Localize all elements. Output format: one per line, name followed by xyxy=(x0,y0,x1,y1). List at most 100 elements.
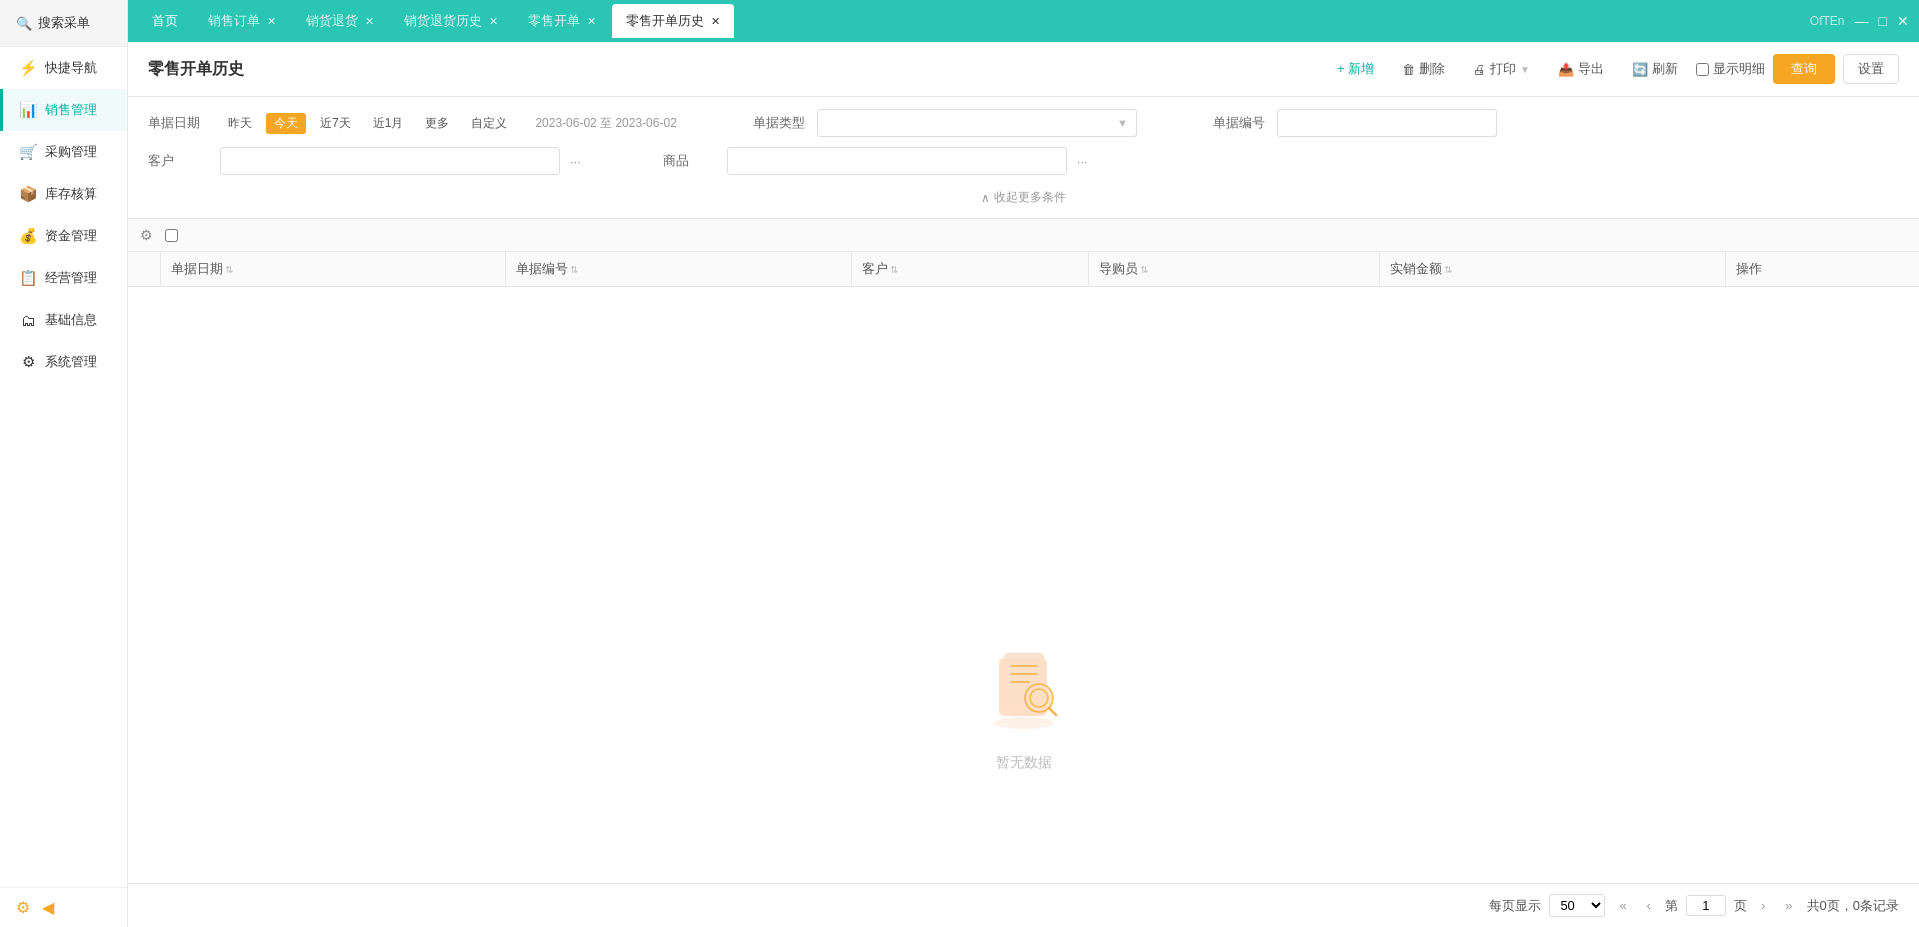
th-label-customer: 客户 xyxy=(862,261,888,276)
tab-home[interactable]: 首页 xyxy=(138,4,192,38)
sidebar-item-purchase-mgmt[interactable]: 🛒采购管理 xyxy=(0,131,127,173)
tab-close-sales-order[interactable]: ✕ xyxy=(267,16,276,27)
export-icon: 📤 xyxy=(1558,62,1574,77)
display-detail-toggle[interactable]: 显示明细 xyxy=(1696,60,1765,78)
sidebar-item-sys-mgmt[interactable]: ⚙系统管理 xyxy=(0,341,127,383)
tab-close-sales-return[interactable]: ✕ xyxy=(365,16,374,27)
chevron-up-icon: ∧ xyxy=(981,191,990,205)
tab-home-label: 首页 xyxy=(152,12,178,30)
tab-sales-order[interactable]: 销售订单 ✕ xyxy=(194,4,290,38)
tab-retail-open-history[interactable]: 零售开单历史 ✕ xyxy=(612,4,734,38)
sidebar-item-quick-nav[interactable]: ⚡ 快捷导航 xyxy=(0,47,127,89)
sidebar-item-finance[interactable]: 💰资金管理 xyxy=(0,215,127,257)
close-btn[interactable]: ✕ xyxy=(1897,13,1909,29)
refresh-button[interactable]: 🔄 刷新 xyxy=(1622,55,1688,83)
tab-close-retail-open-history[interactable]: ✕ xyxy=(711,16,720,27)
sidebar-search-btn[interactable]: 🔍 搜索采单 xyxy=(0,0,127,47)
tab-close-sales-return-history[interactable]: ✕ xyxy=(489,16,498,27)
export-label: 导出 xyxy=(1578,60,1604,78)
delete-label: 删除 xyxy=(1419,60,1445,78)
date-btn-2[interactable]: 近7天 xyxy=(312,113,359,134)
settings-button[interactable]: 设置 xyxy=(1843,54,1899,84)
sidebar-label-inventory: 库存核算 xyxy=(45,185,97,203)
last-page-btn[interactable]: » xyxy=(1779,896,1798,915)
th-label-action: 操作 xyxy=(1736,261,1762,276)
sidebar-label-purchase-mgmt: 采购管理 xyxy=(45,143,97,161)
sort-icon-guide: ⇅ xyxy=(1140,264,1148,275)
th-amount[interactable]: 实销金额⇅ xyxy=(1380,252,1726,287)
goods-dots-btn[interactable]: ··· xyxy=(1071,152,1094,171)
collapse-filter-btn[interactable]: ∧ 收起更多条件 xyxy=(148,185,1899,206)
print-icon: 🖨 xyxy=(1473,62,1486,77)
sidebar-icon-inventory: 📦 xyxy=(19,185,37,203)
tab-retail-open[interactable]: 零售开单✕ xyxy=(514,4,610,38)
display-detail-checkbox[interactable] xyxy=(1696,63,1709,76)
th-guide[interactable]: 导购员⇅ xyxy=(1088,252,1379,287)
sidebar-icon-basic-info: 🗂 xyxy=(19,311,37,329)
first-page-btn[interactable]: « xyxy=(1613,896,1632,915)
main-content: 首页销售订单✕销货退货✕销货退货历史✕零售开单✕零售开单历史✕ OfTEn — … xyxy=(128,0,1919,927)
th-number[interactable]: 单据编号⇅ xyxy=(506,252,852,287)
th-date[interactable]: 单据日期⇅ xyxy=(160,252,506,287)
tab-sales-return[interactable]: 销货退货✕ xyxy=(292,4,388,38)
sidebar-item-inventory[interactable]: 📦 库存核算 xyxy=(0,173,127,215)
empty-state: 暂无数据 xyxy=(128,528,1919,884)
sidebar-item-basic-info[interactable]: 🗂基础信息 xyxy=(0,299,127,341)
select-all-checkbox[interactable] xyxy=(165,229,178,242)
goods-input[interactable] xyxy=(727,147,1067,175)
sidebar-label-quick-nav: 快捷导航 xyxy=(45,59,97,77)
table-settings-icon[interactable]: ⚙ xyxy=(140,227,153,243)
date-btn-4[interactable]: 更多 xyxy=(417,113,457,134)
number-input[interactable] xyxy=(1277,109,1497,137)
customer-filter-label: 客户 xyxy=(148,152,204,170)
settings-footer-btn[interactable]: ⚙ xyxy=(16,898,30,917)
tab-label-sales-return-history: 销货退货历史 xyxy=(404,12,482,30)
search-icon: 🔍 xyxy=(16,16,32,31)
collapse-sidebar-btn[interactable]: ◀ xyxy=(42,898,54,917)
tab-label-sales-order: 销售订单 xyxy=(208,12,260,30)
customer-input[interactable] xyxy=(220,147,560,175)
goods-filter-group: 商品 ··· xyxy=(663,147,1094,175)
tab-bar-right: OfTEn — □ ✕ xyxy=(1810,13,1909,29)
query-label: 查询 xyxy=(1791,61,1817,76)
next-page-btn[interactable]: › xyxy=(1755,896,1771,915)
page-label: 第 xyxy=(1665,897,1678,915)
page-size-select[interactable]: 102050100 xyxy=(1549,894,1605,917)
tab-sales-return-history[interactable]: 销货退货历史 ✕ xyxy=(390,4,512,38)
sidebar-icon-quick-nav: ⚡ xyxy=(19,59,37,77)
new-button[interactable]: + 新增 xyxy=(1327,55,1384,83)
date-btn-3[interactable]: 近1月 xyxy=(365,113,412,134)
toolbar: + 新增 🗑 删除 🖨 打印 ▼ 📤 导出 🔄 刷新 xyxy=(1327,54,1899,84)
maximize-btn[interactable]: □ xyxy=(1879,13,1887,29)
export-button[interactable]: 📤 导出 xyxy=(1548,55,1614,83)
table-header-row: 单据日期⇅单据编号⇅客户⇅导购员⇅实销金额⇅操作 xyxy=(128,252,1919,287)
prev-page-btn[interactable]: ‹ xyxy=(1641,896,1657,915)
print-button[interactable]: 🖨 打印 ▼ xyxy=(1463,55,1540,83)
tab-bar: 首页销售订单✕销货退货✕销货退货历史✕零售开单✕零售开单历史✕ OfTEn — … xyxy=(128,0,1919,42)
date-btn-5[interactable]: 自定义 xyxy=(463,113,515,134)
sidebar-search-label: 搜索采单 xyxy=(38,14,90,32)
tab-label-retail-open-history: 零售开单历史 xyxy=(626,12,704,30)
sidebar-icon-finance: 💰 xyxy=(19,227,37,245)
th-customer[interactable]: 客户⇅ xyxy=(851,252,1088,287)
sidebar-item-operation[interactable]: 📋经营管理 xyxy=(0,257,127,299)
delete-button[interactable]: 🗑 删除 xyxy=(1392,55,1455,83)
number-filter-label: 单据编号 xyxy=(1213,114,1269,132)
query-button[interactable]: 查询 xyxy=(1773,54,1835,84)
tab-close-retail-open[interactable]: ✕ xyxy=(587,16,596,27)
type-select[interactable]: ▼ xyxy=(817,109,1137,137)
table-toolbar: ⚙ xyxy=(128,219,1919,252)
date-btn-0[interactable]: 昨天 xyxy=(220,113,260,134)
sidebar-item-sales-mgmt[interactable]: 📊销售管理 xyxy=(0,89,127,131)
type-filter-label: 单据类型 xyxy=(753,114,809,132)
sidebar-icon-sys-mgmt: ⚙ xyxy=(19,353,37,371)
page-input[interactable] xyxy=(1686,895,1726,916)
customer-dots-btn[interactable]: ··· xyxy=(564,152,587,171)
date-btn-1[interactable]: 今天 xyxy=(266,113,306,134)
data-table: 单据日期⇅单据编号⇅客户⇅导购员⇅实销金额⇅操作 xyxy=(128,252,1919,287)
minimize-btn[interactable]: — xyxy=(1855,13,1869,29)
new-label: + 新增 xyxy=(1337,60,1374,78)
svg-point-0 xyxy=(994,717,1054,729)
goods-input-group: ··· xyxy=(727,147,1094,175)
th-label-guide: 导购员 xyxy=(1099,261,1138,276)
